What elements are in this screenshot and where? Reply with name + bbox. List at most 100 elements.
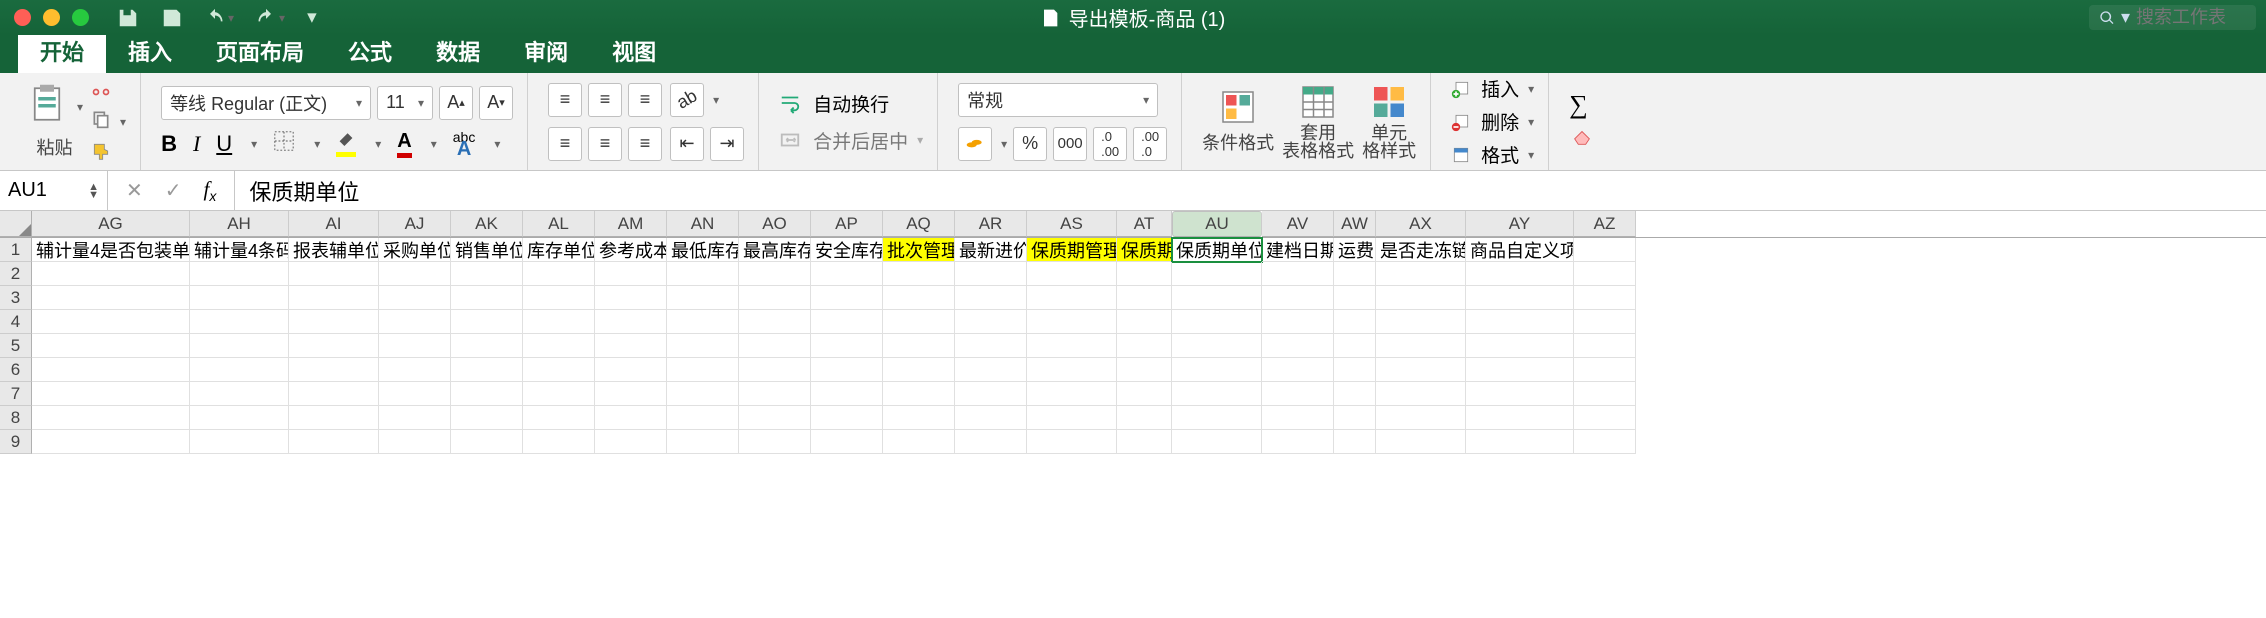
cell[interactable] [1574,286,1636,310]
namebox-stepper[interactable]: ▲▼ [88,183,99,199]
cell[interactable] [1376,310,1466,334]
cell[interactable] [1376,430,1466,454]
cell[interactable] [1574,382,1636,406]
cell[interactable] [1262,262,1334,286]
cell[interactable] [1172,334,1262,358]
delete-cells-button[interactable]: 删除▾ [1451,108,1534,135]
cell[interactable] [739,430,811,454]
cell[interactable] [190,382,289,406]
column-header[interactable]: AZ [1574,211,1636,237]
row-header[interactable]: 3 [0,286,32,310]
cell[interactable] [667,262,739,286]
cell[interactable] [1376,382,1466,406]
cell[interactable] [811,406,883,430]
format-as-table-button[interactable]: 套用 表格格式 [1282,84,1354,160]
cell[interactable] [1027,334,1117,358]
column-header[interactable]: AO [739,211,811,237]
underline-button[interactable]: U [216,131,232,157]
cell[interactable] [1466,262,1574,286]
cell[interactable] [32,382,190,406]
cell[interactable] [190,310,289,334]
cell[interactable] [523,406,595,430]
cell[interactable] [32,310,190,334]
cell[interactable] [667,430,739,454]
cell[interactable] [1172,430,1262,454]
font-color-button[interactable]: A [397,130,411,158]
cell[interactable] [955,310,1027,334]
column-header[interactable]: AH [190,211,289,237]
cell[interactable] [1262,430,1334,454]
cell[interactable] [1117,382,1172,406]
name-box[interactable]: AU1 ▲▼ [0,171,108,210]
cell[interactable]: 保质期 [1117,238,1172,262]
cell[interactable] [1334,406,1376,430]
border-button[interactable] [273,130,295,158]
cell[interactable] [1466,334,1574,358]
column-header[interactable]: AL [523,211,595,237]
cell[interactable] [451,406,523,430]
cell[interactable] [811,310,883,334]
align-bottom-button[interactable]: ≡ [628,83,662,117]
increase-indent-button[interactable]: ⇥ [710,127,744,161]
select-all-corner[interactable] [0,211,32,237]
cell[interactable] [523,262,595,286]
cell[interactable] [289,430,379,454]
align-top-button[interactable]: ≡ [548,83,582,117]
column-header[interactable]: AN [667,211,739,237]
cell[interactable] [289,286,379,310]
cell[interactable] [379,382,451,406]
cell[interactable] [1262,334,1334,358]
cell[interactable] [739,334,811,358]
decrease-font-button[interactable]: A▾ [479,86,513,120]
conditional-formatting-button[interactable]: 条件格式 [1202,89,1274,155]
align-right-button[interactable]: ≡ [628,127,662,161]
cell[interactable] [289,262,379,286]
percent-button[interactable]: % [1013,127,1047,161]
row-header[interactable]: 8 [0,406,32,430]
cell[interactable] [1334,310,1376,334]
cell[interactable]: 保质期管理 [1027,238,1117,262]
cell[interactable] [1117,262,1172,286]
cell[interactable] [595,262,667,286]
cell[interactable] [523,286,595,310]
cell[interactable] [1117,406,1172,430]
cell[interactable] [1172,406,1262,430]
cell[interactable] [595,406,667,430]
cell[interactable] [451,358,523,382]
cell[interactable] [739,310,811,334]
save-icon[interactable] [161,7,183,29]
cell[interactable]: 是否走冻链 [1376,238,1466,262]
increase-font-button[interactable]: A▴ [439,86,473,120]
cell[interactable] [667,358,739,382]
cell[interactable] [190,286,289,310]
minimize-window[interactable] [43,9,60,26]
bold-button[interactable]: B [161,131,177,157]
cell[interactable] [1334,286,1376,310]
copy-button[interactable] [91,109,111,135]
cell[interactable] [379,310,451,334]
row-header[interactable]: 1 [0,238,32,262]
column-header[interactable]: AV [1262,211,1334,237]
cell[interactable] [595,358,667,382]
column-header[interactable]: AJ [379,211,451,237]
cell[interactable] [379,406,451,430]
cell[interactable]: 最新进价 [955,238,1027,262]
cell[interactable] [1172,358,1262,382]
cell[interactable]: 最低库存 [667,238,739,262]
cell[interactable] [1117,358,1172,382]
column-header[interactable]: AI [289,211,379,237]
column-header[interactable]: AK [451,211,523,237]
cell[interactable] [811,430,883,454]
cell[interactable] [289,358,379,382]
cell[interactable] [1466,286,1574,310]
cell[interactable] [1376,334,1466,358]
confirm-formula-button[interactable]: ✓ [165,178,182,203]
orientation-button[interactable]: ab [670,83,704,117]
cell[interactable] [1172,262,1262,286]
cell[interactable]: 辅计量4条码 [190,238,289,262]
cell[interactable] [1027,358,1117,382]
cell[interactable] [289,382,379,406]
cell[interactable] [1574,334,1636,358]
column-header[interactable]: AG [32,211,190,237]
column-header[interactable]: AM [595,211,667,237]
